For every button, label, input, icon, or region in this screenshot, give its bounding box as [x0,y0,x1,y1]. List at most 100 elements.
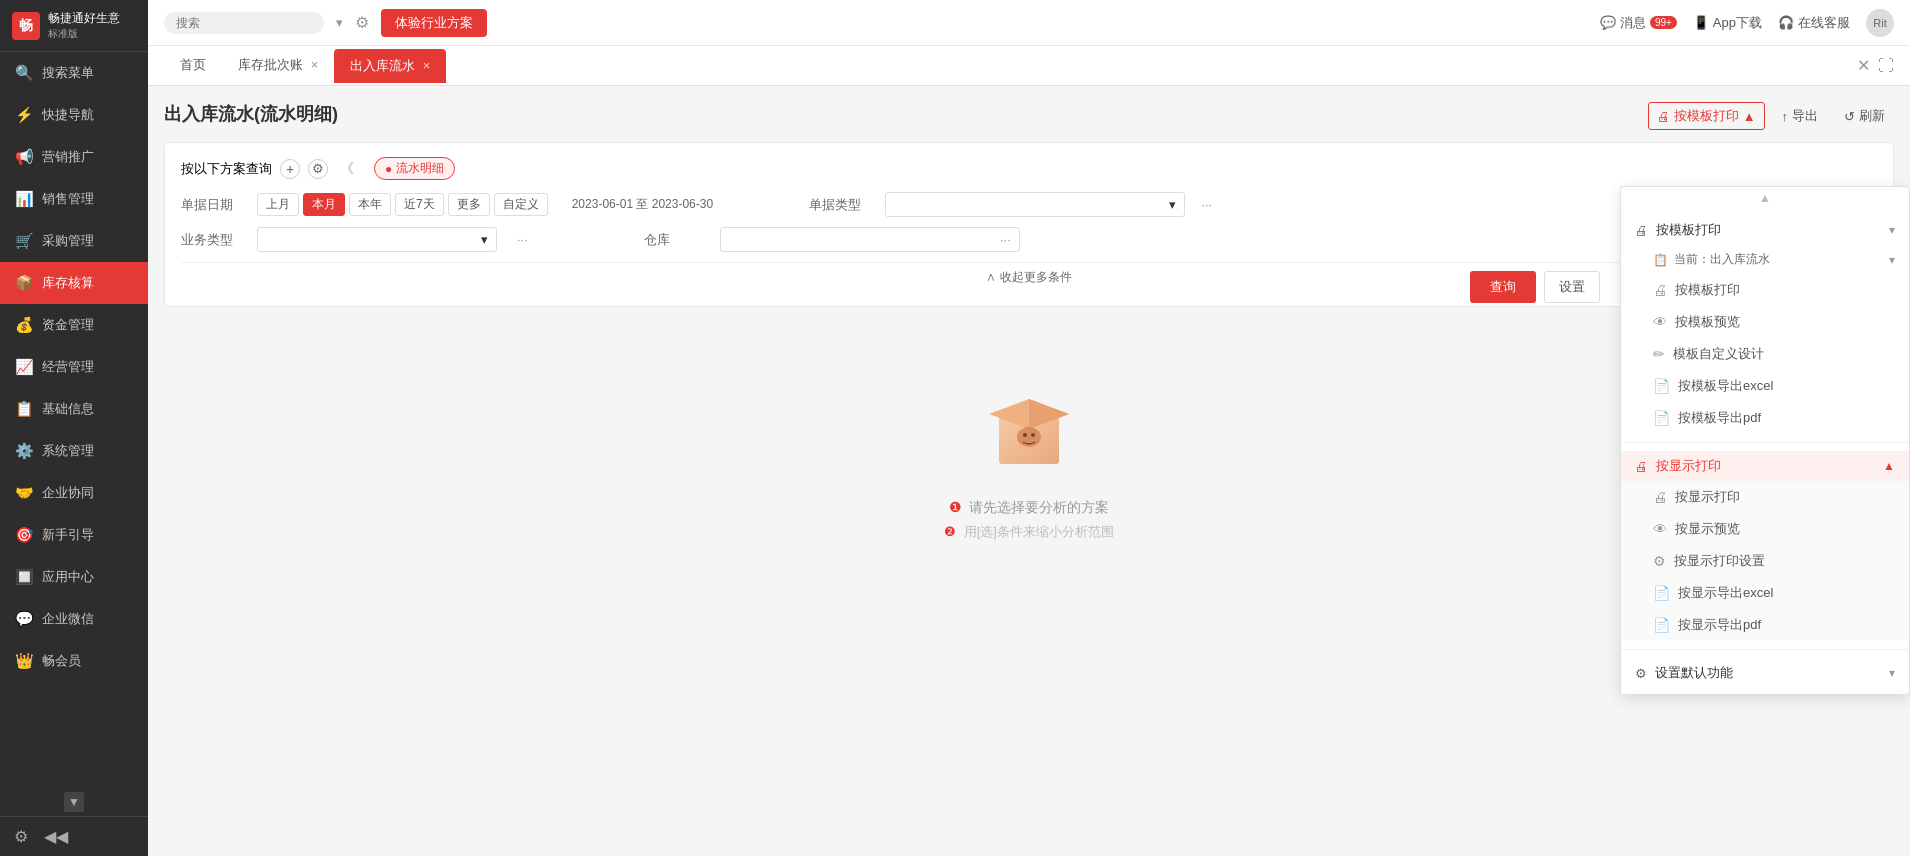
date-btn-last-month[interactable]: 上月 [257,193,299,216]
date-btn-custom[interactable]: 自定义 [494,193,548,216]
tab-home[interactable]: 首页 [164,48,222,84]
business-type-select[interactable]: ▾ [257,227,497,252]
tab-maximize-icon[interactable]: ⛶ [1878,57,1894,75]
cooperation-icon: 🤝 [14,483,34,503]
dropdown-item-template-print[interactable]: 🖨 按模板打印 [1621,274,1909,306]
search-dropdown-icon[interactable]: ▾ [336,15,343,30]
settings-button[interactable]: 设置 [1544,271,1600,303]
tab-close-all-icon[interactable]: ✕ [1857,56,1870,75]
sidebar-logo: 畅 畅捷通好生意 标准版 [0,0,148,52]
dropdown-item-display-print[interactable]: 🖨 按显示打印 [1621,481,1909,513]
tab-flow-close[interactable]: × [423,58,431,73]
app-download-button[interactable]: 📱 App下载 [1693,14,1762,32]
print-dropdown-chevron[interactable]: ▲ [1743,109,1756,124]
filter-tag-icon: ● [385,162,392,176]
system-icon: ⚙️ [14,441,34,461]
message-icon: 💬 [1600,15,1616,30]
sidebar-item-enterprise-wechat[interactable]: 💬 企业微信 [0,598,148,640]
date-buttons: 上月 本月 本年 近7天 更多 自定义 [257,193,548,216]
sidebar-scroll-down[interactable]: ▼ [64,792,84,812]
filter-tag-flow-detail[interactable]: ● 流水明细 [374,157,455,180]
default-section-arrow: ▾ [1889,666,1895,680]
sidebar-item-inventory[interactable]: 📦 库存核算 [0,262,148,304]
refresh-button[interactable]: ↺ 刷新 [1835,102,1894,130]
topbar-right: 💬 消息 99+ 📱 App下载 🎧 在线客服 Rit [1600,9,1894,37]
sidebar-item-basic[interactable]: 📋 基础信息 [0,388,148,430]
quick-nav-icon: ⚡ [14,105,34,125]
dropdown-item-template-preview[interactable]: 👁 按模板预览 [1621,306,1909,338]
template-section-arrow: ▾ [1889,223,1895,237]
template-pdf-icon: 📄 [1653,410,1670,426]
tab-batch-account-close[interactable]: × [311,57,319,72]
sidebar-item-quick-nav[interactable]: ⚡ 快捷导航 [0,94,148,136]
phone-icon: 📱 [1693,15,1709,30]
sidebar-item-system[interactable]: ⚙️ 系统管理 [0,430,148,472]
query-button[interactable]: 查询 [1470,271,1536,303]
filter-collapse-button[interactable]: 《 [340,160,354,178]
app-logo-text: 畅捷通好生意 标准版 [48,10,120,41]
settings-bottom-icon[interactable]: ⚙ [14,827,28,846]
warehouse-select[interactable]: ··· [720,227,1020,252]
dropdown-template-header[interactable]: 🖨 按模板打印 ▾ [1621,215,1909,245]
date-btn-this-month[interactable]: 本月 [303,193,345,216]
sidebar-item-cooperation[interactable]: 🤝 企业协同 [0,472,148,514]
bill-type-more[interactable]: ··· [1201,197,1212,212]
search-icon: 🔍 [14,63,34,83]
dropdown-item-display-preview[interactable]: 👁 按显示预览 [1621,513,1909,545]
svg-point-5 [1031,433,1035,437]
dropdown-display-section: 🖨 按显示打印 ▲ 🖨 按显示打印 👁 按显示预览 ⚙ [1621,445,1909,647]
sales-icon: 📊 [14,189,34,209]
search-input[interactable] [164,12,324,34]
collapse-sidebar-icon[interactable]: ◀◀ [44,827,68,846]
dropdown-item-template-custom[interactable]: ✏ 模板自定义设计 [1621,338,1909,370]
industry-solution-button[interactable]: 体验行业方案 [381,9,487,37]
sidebar-item-member[interactable]: 👑 畅会员 [0,640,148,682]
export-button[interactable]: ↑ 导出 [1773,102,1828,130]
filter-add-button[interactable]: + [280,159,300,179]
filter-setting-button[interactable]: ⚙ [308,159,328,179]
sidebar-item-finance[interactable]: 💰 资金管理 [0,304,148,346]
dropdown-item-display-export-excel[interactable]: 📄 按显示导出excel [1621,577,1909,609]
guide-icon: 🎯 [14,525,34,545]
dropdown-display-header[interactable]: 🖨 按显示打印 ▲ [1621,451,1909,481]
message-badge: 99+ [1650,16,1677,29]
user-avatar[interactable]: Rit [1866,9,1894,37]
business-type-more[interactable]: ··· [517,232,528,247]
sidebar-item-marketing[interactable]: 📢 营销推广 [0,136,148,178]
date-btn-last-7-days[interactable]: 近7天 [395,193,444,216]
dropdown-item-template-export-pdf[interactable]: 📄 按模板导出pdf [1621,402,1909,434]
date-btn-this-year[interactable]: 本年 [349,193,391,216]
current-dropdown-arrow: ▾ [1889,253,1895,267]
sidebar-item-purchase[interactable]: 🛒 采购管理 [0,220,148,262]
sidebar-item-sales[interactable]: 📊 销售管理 [0,178,148,220]
date-range-display: 2023-06-01 至 2023-06-30 [572,196,713,213]
dropdown-item-display-print-settings[interactable]: ⚙ 按显示打印设置 [1621,545,1909,577]
template-preview-icon: 👁 [1653,314,1667,330]
sidebar-item-search[interactable]: 🔍 搜索菜单 [0,52,148,94]
collapse-up-icon: ∧ [986,270,996,284]
online-service-button[interactable]: 🎧 在线客服 [1778,14,1850,32]
bill-type-select[interactable]: ▾ [885,192,1185,217]
app-center-icon: 🔲 [14,567,34,587]
date-btn-more[interactable]: 更多 [448,193,490,216]
enterprise-wechat-icon: 💬 [14,609,34,629]
query-action-area: 查询 设置 [1470,271,1600,303]
tab-flow[interactable]: 出入库流水 × [334,49,446,83]
warehouse-more[interactable]: ··· [1000,232,1011,247]
sidebar-item-app-center[interactable]: 🔲 应用中心 [0,556,148,598]
dropdown-item-template-export-excel[interactable]: 📄 按模板导出excel [1621,370,1909,402]
print-template-button[interactable]: 🖨 按模板打印 ▲ [1648,102,1765,130]
page-actions: 🖨 按模板打印 ▲ ↑ 导出 ↺ 刷新 [1648,102,1894,130]
sidebar-item-guide[interactable]: 🎯 新手引导 [0,514,148,556]
tab-batch-account[interactable]: 库存批次账 × [222,48,334,84]
svg-point-4 [1023,433,1027,437]
topbar: ▾ ⚙ 体验行业方案 💬 消息 99+ 📱 App下载 🎧 在线客服 Rit [148,0,1910,46]
dropdown-default-header[interactable]: ⚙ 设置默认功能 ▾ [1621,658,1909,688]
settings-gear-icon[interactable]: ⚙ [355,13,369,32]
dropdown-item-display-export-pdf[interactable]: 📄 按显示导出pdf [1621,609,1909,641]
bill-type-label: 单据类型 [809,196,869,214]
filter-title: 按以下方案查询 [181,160,272,178]
message-button[interactable]: 💬 消息 99+ [1600,14,1677,32]
panel-scroll-up[interactable]: ▲ [1621,187,1909,209]
sidebar-item-operation[interactable]: 📈 经营管理 [0,346,148,388]
